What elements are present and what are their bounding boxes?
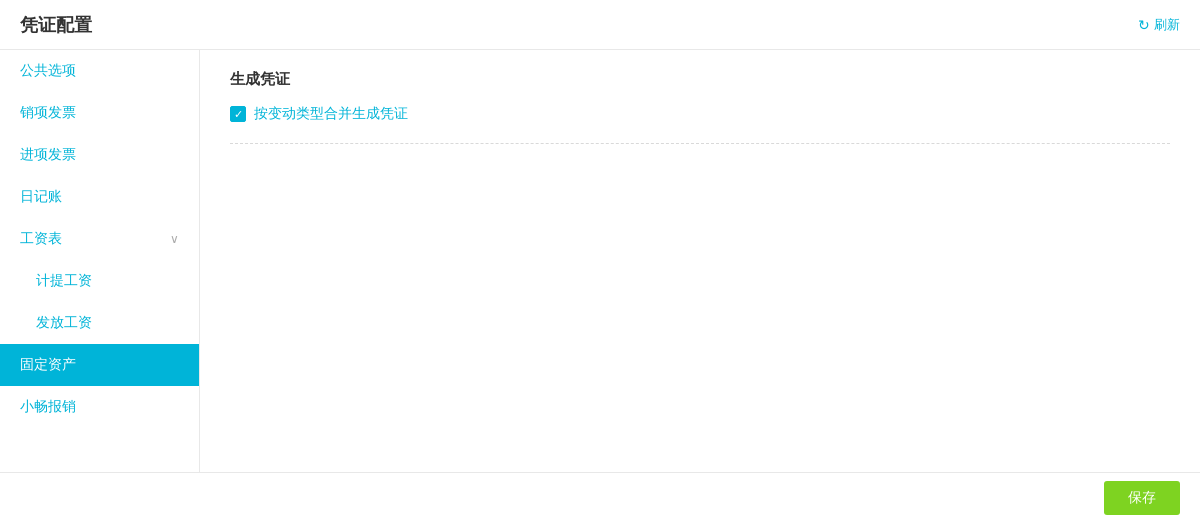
- chevron-down-icon: ∨: [170, 232, 179, 246]
- sidebar-item-label: 工资表: [20, 230, 62, 248]
- sidebar-item-journal[interactable]: 日记账: [0, 176, 199, 218]
- merge-checkbox[interactable]: ✓: [230, 106, 246, 122]
- checkbox-label[interactable]: 按变动类型合并生成凭证: [254, 105, 408, 123]
- main-content: 生成凭证 ✓ 按变动类型合并生成凭证: [200, 50, 1200, 472]
- sidebar-item-payroll-table[interactable]: 工资表 ∨: [0, 218, 199, 260]
- sidebar-item-sales-invoice[interactable]: 销项发票: [0, 92, 199, 134]
- checkmark-icon: ✓: [234, 109, 243, 120]
- footer: 保存: [0, 472, 1200, 522]
- sidebar-item-label: 发放工资: [36, 314, 92, 332]
- sidebar-item-label: 小畅报销: [20, 398, 76, 416]
- body-layout: 公共选项销项发票进项发票日记账工资表 ∨ 计提工资发放工资固定资产小畅报销 生成凭证…: [0, 50, 1200, 472]
- sidebar-item-label: 公共选项: [20, 62, 76, 80]
- refresh-label: 刷新: [1154, 16, 1180, 34]
- sidebar-item-label: 进项发票: [20, 146, 76, 164]
- sidebar-item-public-options[interactable]: 公共选项: [0, 50, 199, 92]
- sidebar: 公共选项销项发票进项发票日记账工资表 ∨ 计提工资发放工资固定资产小畅报销: [0, 50, 200, 472]
- refresh-icon: ↻: [1138, 17, 1150, 33]
- sidebar-item-purchase-invoice[interactable]: 进项发票: [0, 134, 199, 176]
- header: 凭证配置 ↻ 刷新: [0, 0, 1200, 50]
- refresh-button[interactable]: ↻ 刷新: [1138, 16, 1180, 34]
- sidebar-item-label: 销项发票: [20, 104, 76, 122]
- sidebar-item-expense-report[interactable]: 小畅报销: [0, 386, 199, 428]
- sidebar-item-payroll-pay[interactable]: 发放工资: [0, 302, 199, 344]
- divider: [230, 143, 1170, 144]
- page-title: 凭证配置: [20, 13, 92, 37]
- save-button[interactable]: 保存: [1104, 481, 1180, 515]
- sidebar-item-fixed-assets[interactable]: 固定资产: [0, 344, 199, 386]
- sidebar-item-label: 固定资产: [20, 356, 76, 374]
- sidebar-item-label: 计提工资: [36, 272, 92, 290]
- section-title: 生成凭证: [230, 70, 1170, 89]
- checkbox-row: ✓ 按变动类型合并生成凭证: [230, 105, 1170, 123]
- sidebar-item-payroll-calc[interactable]: 计提工资: [0, 260, 199, 302]
- sidebar-item-label: 日记账: [20, 188, 62, 206]
